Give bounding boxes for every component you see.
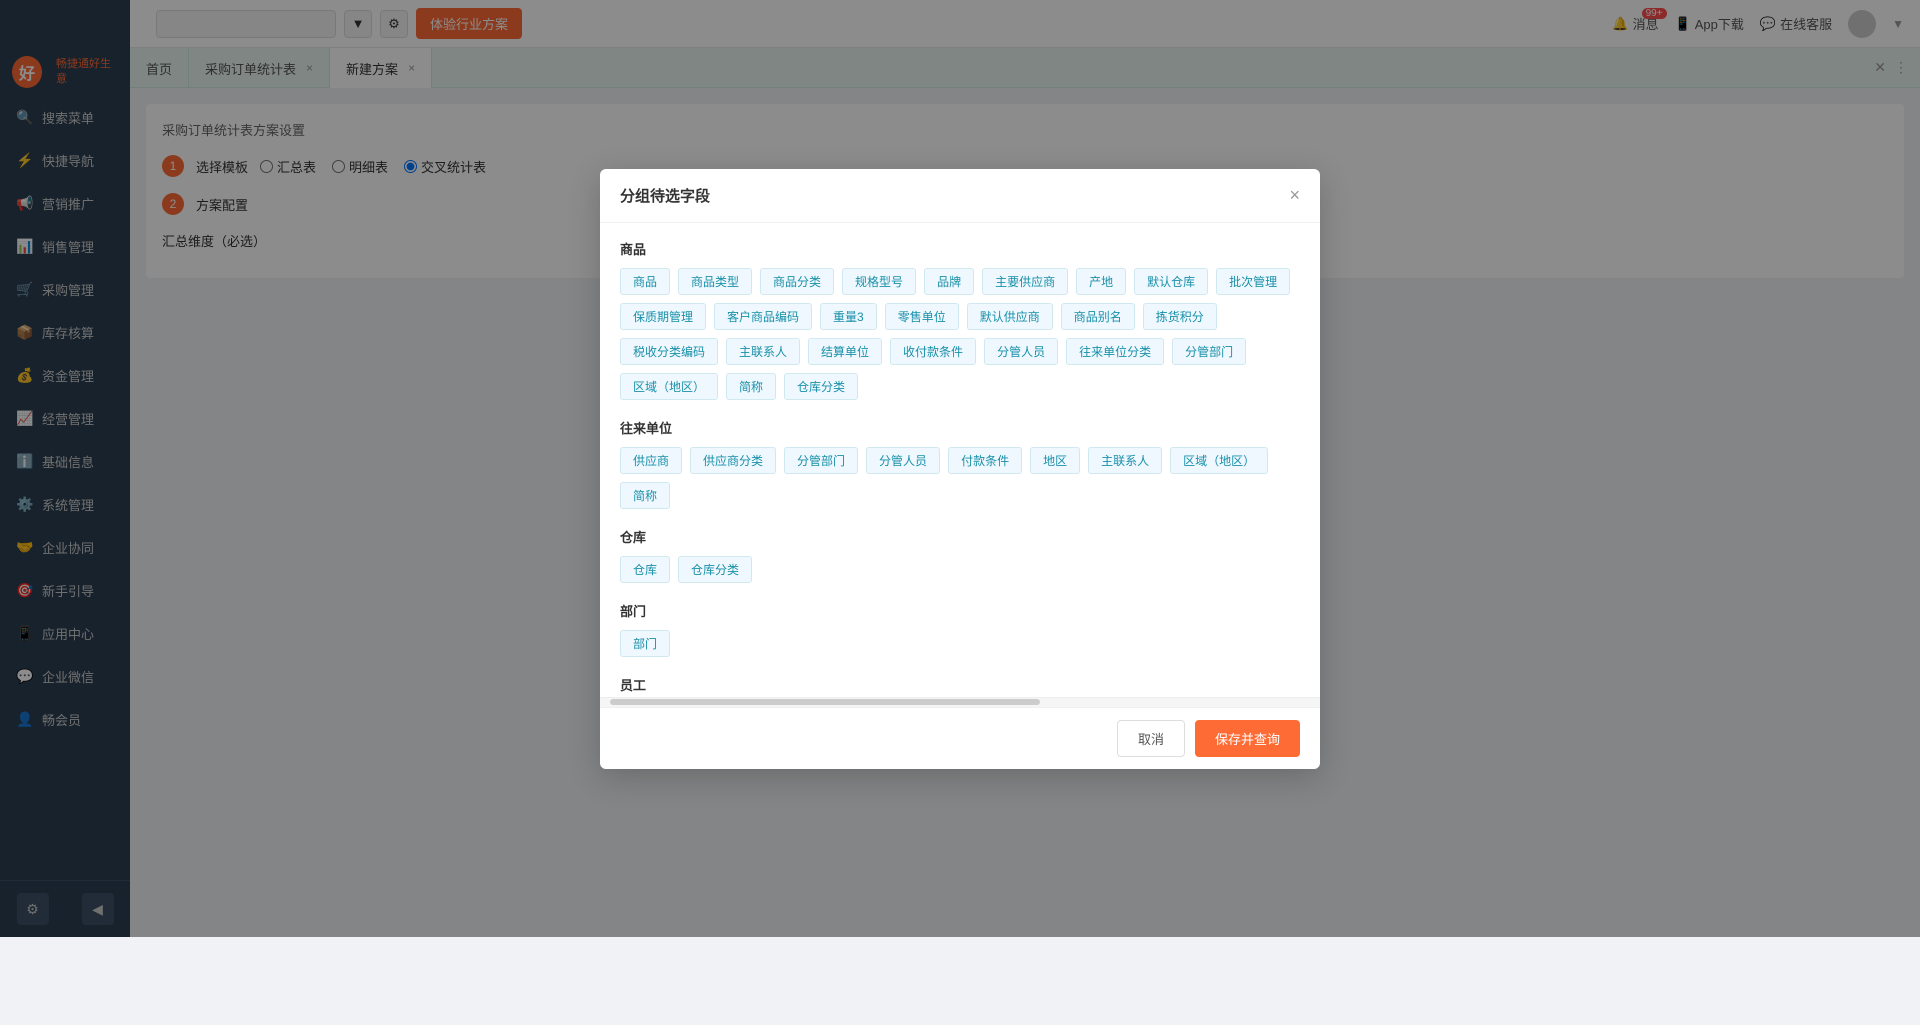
- field-section-3: 部门部门: [620, 601, 1300, 657]
- field-tag-1-4[interactable]: 付款条件: [948, 447, 1022, 474]
- field-tag-0-6[interactable]: 产地: [1076, 268, 1126, 295]
- field-select-modal: 分组待选字段 × 商品商品商品类型商品分类规格型号品牌主要供应商产地默认仓库批次…: [600, 169, 1320, 769]
- modal-header: 分组待选字段 ×: [600, 169, 1320, 223]
- field-tag-0-4[interactable]: 品牌: [924, 268, 974, 295]
- field-tag-0-8[interactable]: 批次管理: [1216, 268, 1290, 295]
- field-tag-0-17[interactable]: 主联系人: [726, 338, 800, 365]
- field-tag-0-22[interactable]: 分管部门: [1172, 338, 1246, 365]
- field-tag-1-5[interactable]: 地区: [1030, 447, 1080, 474]
- field-tag-0-21[interactable]: 往来单位分类: [1066, 338, 1164, 365]
- cancel-button[interactable]: 取消: [1117, 720, 1185, 757]
- field-section-4: 员工业务员: [620, 675, 1300, 698]
- field-tags-2: 仓库仓库分类: [620, 556, 1300, 583]
- field-tag-0-24[interactable]: 简称: [726, 373, 776, 400]
- field-tag-0-18[interactable]: 结算单位: [808, 338, 882, 365]
- modal-hscrollbar[interactable]: [600, 697, 1320, 706]
- field-tag-1-8[interactable]: 简称: [620, 482, 670, 509]
- section-title-4: 员工: [620, 675, 1300, 694]
- field-tag-1-6[interactable]: 主联系人: [1088, 447, 1162, 474]
- field-tags-1: 供应商供应商分类分管部门分管人员付款条件地区主联系人区域（地区） 简称: [620, 447, 1300, 509]
- section-title-0: 商品: [620, 239, 1300, 258]
- field-tag-1-1[interactable]: 供应商分类: [690, 447, 776, 474]
- section-title-3: 部门: [620, 601, 1300, 620]
- field-tag-0-3[interactable]: 规格型号: [842, 268, 916, 295]
- modal-body[interactable]: 商品商品商品类型商品分类规格型号品牌主要供应商产地默认仓库批次管理保质期管理客户…: [600, 223, 1320, 698]
- confirm-button[interactable]: 保存并查询: [1195, 720, 1300, 757]
- field-tag-0-5[interactable]: 主要供应商: [982, 268, 1068, 295]
- field-tag-3-0[interactable]: 部门: [620, 630, 670, 657]
- field-tag-2-1[interactable]: 仓库分类: [678, 556, 752, 583]
- section-title-1: 往来单位: [620, 418, 1300, 437]
- field-tag-0-1[interactable]: 商品类型: [678, 268, 752, 295]
- field-section-1: 往来单位供应商供应商分类分管部门分管人员付款条件地区主联系人区域（地区） 简称: [620, 418, 1300, 509]
- field-tag-0-11[interactable]: 重量3: [820, 303, 877, 330]
- field-tags-3: 部门: [620, 630, 1300, 657]
- field-tag-0-15[interactable]: 拣货积分: [1143, 303, 1217, 330]
- field-tag-0-7[interactable]: 默认仓库: [1134, 268, 1208, 295]
- field-tags-0: 商品商品类型商品分类规格型号品牌主要供应商产地默认仓库批次管理保质期管理客户商品…: [620, 268, 1300, 400]
- field-tag-1-7[interactable]: 区域（地区）: [1170, 447, 1268, 474]
- field-tag-0-0[interactable]: 商品: [620, 268, 670, 295]
- field-tag-1-0[interactable]: 供应商: [620, 447, 682, 474]
- field-tag-0-9[interactable]: 保质期管理: [620, 303, 706, 330]
- hscroll-thumb[interactable]: [610, 699, 1040, 705]
- field-section-0: 商品商品商品类型商品分类规格型号品牌主要供应商产地默认仓库批次管理保质期管理客户…: [620, 239, 1300, 400]
- field-tag-0-20[interactable]: 分管人员: [984, 338, 1058, 365]
- field-tag-1-3[interactable]: 分管人员: [866, 447, 940, 474]
- field-tag-0-10[interactable]: 客户商品编码: [714, 303, 812, 330]
- modal-title: 分组待选字段: [620, 185, 710, 206]
- modal-close-btn[interactable]: ×: [1289, 186, 1300, 204]
- field-section-2: 仓库仓库仓库分类: [620, 527, 1300, 583]
- field-tag-0-2[interactable]: 商品分类: [760, 268, 834, 295]
- modal-footer: 取消 保存并查询: [600, 707, 1320, 769]
- field-tag-0-23[interactable]: 区域（地区）: [620, 373, 718, 400]
- field-tag-0-16[interactable]: 税收分类编码: [620, 338, 718, 365]
- section-title-2: 仓库: [620, 527, 1300, 546]
- field-tag-0-13[interactable]: 默认供应商: [967, 303, 1053, 330]
- field-tag-0-12[interactable]: 零售单位: [885, 303, 959, 330]
- field-tag-0-25[interactable]: 仓库分类: [784, 373, 858, 400]
- field-tag-1-2[interactable]: 分管部门: [784, 447, 858, 474]
- field-tag-0-19[interactable]: 收付款条件: [890, 338, 976, 365]
- field-tag-0-14[interactable]: 商品别名: [1061, 303, 1135, 330]
- field-tag-2-0[interactable]: 仓库: [620, 556, 670, 583]
